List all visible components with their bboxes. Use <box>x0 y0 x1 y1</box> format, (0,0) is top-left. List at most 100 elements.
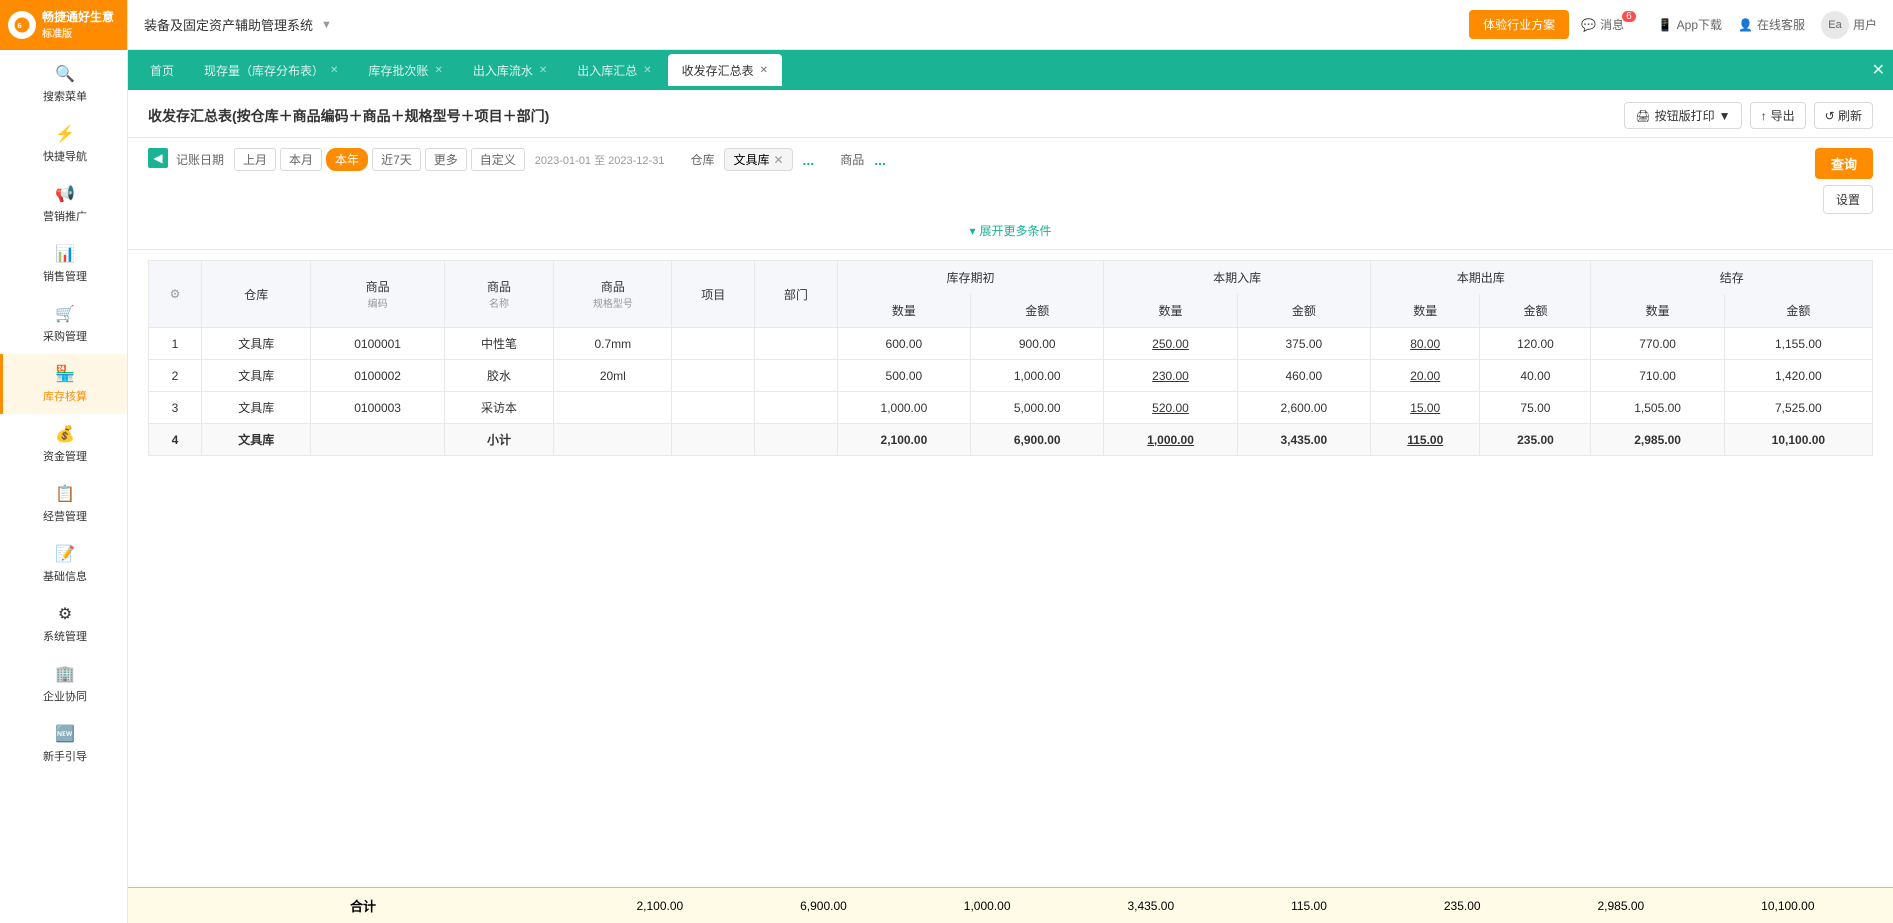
col-open-qty-header: 数量 <box>837 294 970 328</box>
warehouse-dots[interactable]: ... <box>803 152 815 168</box>
warehouse-tag-close[interactable]: ✕ <box>773 153 783 167</box>
goods-dots[interactable]: ... <box>874 152 886 168</box>
row2-in-qty-link[interactable]: 230.00 <box>1152 369 1189 383</box>
online-service-action[interactable]: 👤 在线客服 <box>1738 16 1805 33</box>
sidebar-label-system: 系统管理 <box>43 628 87 644</box>
sidebar-item-inventory[interactable]: 🏪 库存核算 <box>0 354 127 414</box>
warehouse-label: 仓库 <box>690 151 714 168</box>
print-button[interactable]: 🖨 按钮版打印 ▼ <box>1624 102 1741 129</box>
col-close-qty-header: 数量 <box>1591 294 1724 328</box>
row3-close-amt: 7,525.00 <box>1724 392 1872 424</box>
row4-open-amt: 6,900.00 <box>971 424 1104 456</box>
tab-receive-summary-close[interactable]: ✕ <box>760 65 768 76</box>
row3-out-qty[interactable]: 15.00 <box>1370 392 1479 424</box>
inventory-icon: 🏪 <box>55 364 75 384</box>
sidebar-logo: 6 畅捷通好生意 标准版 <box>0 0 127 50</box>
sidebar-label-search: 搜索菜单 <box>43 88 87 104</box>
date-last-month[interactable]: 上月 <box>234 148 276 171</box>
try-button[interactable]: 体验行业方案 <box>1469 10 1569 39</box>
sidebar: 6 畅捷通好生意 标准版 🔍 搜索菜单 ⚡ 快捷导航 📢 营销推广 📊 销售管理… <box>0 0 128 923</box>
sidebar-item-operations[interactable]: 📋 经营管理 <box>0 474 127 534</box>
date-more[interactable]: 更多 <box>425 148 467 171</box>
row4-out-qty[interactable]: 115.00 <box>1370 424 1479 456</box>
row1-out-qty[interactable]: 80.00 <box>1370 328 1479 360</box>
row4-project <box>672 424 755 456</box>
row1-out-qty-link[interactable]: 80.00 <box>1410 337 1440 351</box>
sidebar-item-quick[interactable]: ⚡ 快捷导航 <box>0 114 127 174</box>
sidebar-label-purchase: 采购管理 <box>43 328 87 344</box>
mobile-icon: 📱 <box>1658 18 1673 32</box>
tab-inout-flow-close[interactable]: ✕ <box>539 65 547 76</box>
export-button[interactable]: ↑ 导出 <box>1750 102 1806 129</box>
col-spec-text: 商品规格型号 <box>593 280 633 310</box>
col-code-header: 商品编码 <box>311 261 444 328</box>
date-this-month[interactable]: 本月 <box>280 148 322 171</box>
sidebar-item-guide[interactable]: 🆕 新手引导 <box>0 714 127 774</box>
footer-label-area: 合计 <box>148 896 578 915</box>
row3-warehouse: 文具库 <box>202 392 311 424</box>
row3-in-qty-link[interactable]: 520.00 <box>1152 401 1189 415</box>
sidebar-item-purchase[interactable]: 🛒 采购管理 <box>0 294 127 354</box>
row2-out-qty-link[interactable]: 20.00 <box>1410 369 1440 383</box>
row4-out-qty-link[interactable]: 115.00 <box>1407 433 1443 447</box>
tab-batch-close[interactable]: ✕ <box>434 65 442 76</box>
message-action[interactable]: 💬 消息 6 <box>1581 16 1642 33</box>
tab-inout-flow[interactable]: 出入库流水 ✕ <box>459 54 561 86</box>
refresh-label: 刷新 <box>1838 109 1862 123</box>
row4-close-qty: 2,985.00 <box>1591 424 1724 456</box>
tab-inventory-dist-close[interactable]: ✕ <box>330 65 338 76</box>
tab-inout-flow-label: 出入库流水 <box>473 62 533 79</box>
settings-dropdown[interactable]: ▼ <box>321 19 332 31</box>
sidebar-item-system[interactable]: ⚙ 系统管理 <box>0 594 127 654</box>
row3-out-amt: 75.00 <box>1480 392 1591 424</box>
row3-in-amt: 2,600.00 <box>1237 392 1370 424</box>
tab-batch[interactable]: 库存批次账 ✕ <box>354 54 456 86</box>
tab-inout-summary[interactable]: 出入库汇总 ✕ <box>563 54 665 86</box>
sidebar-item-finance[interactable]: 💰 资金管理 <box>0 414 127 474</box>
col-settings[interactable]: ⚙ <box>149 261 202 328</box>
print-icon: 🖨 <box>1635 109 1650 123</box>
export-label: 导出 <box>1771 107 1795 124</box>
row1-in-qty[interactable]: 250.00 <box>1104 328 1237 360</box>
row4-in-qty[interactable]: 1,000.00 <box>1104 424 1237 456</box>
row1-in-qty-link[interactable]: 250.00 <box>1152 337 1189 351</box>
date-this-year[interactable]: 本年 <box>326 148 368 171</box>
user-action[interactable]: Ea 用户 <box>1821 11 1877 39</box>
sidebar-item-search[interactable]: 🔍 搜索菜单 <box>0 54 127 114</box>
row1-name: 中性笔 <box>444 328 553 360</box>
row2-out-amt: 40.00 <box>1480 360 1591 392</box>
collapse-icon[interactable]: ◀ <box>148 148 168 168</box>
tab-inout-summary-close[interactable]: ✕ <box>643 65 651 76</box>
date-7days[interactable]: 近7天 <box>372 148 421 171</box>
footer-label: 合计 <box>350 896 376 915</box>
row2-out-qty[interactable]: 20.00 <box>1370 360 1479 392</box>
refresh-button[interactable]: ↺ 刷新 <box>1814 102 1873 129</box>
sidebar-item-basic[interactable]: 📝 基础信息 <box>0 534 127 594</box>
tab-inventory-dist[interactable]: 现存量（库存分布表） ✕ <box>190 54 352 86</box>
sidebar-item-marketing[interactable]: 📢 营销推广 <box>0 174 127 234</box>
row4-in-qty-link[interactable]: 1,000.00 <box>1147 433 1194 447</box>
col-in-header: 本期入库 <box>1104 261 1371 295</box>
expand-button[interactable]: ▾ 展开更多条件 <box>969 222 1051 239</box>
row3-out-qty-link[interactable]: 15.00 <box>1410 401 1440 415</box>
sidebar-item-sales[interactable]: 📊 销售管理 <box>0 234 127 294</box>
row3-in-qty[interactable]: 520.00 <box>1104 392 1237 424</box>
date-custom[interactable]: 自定义 <box>471 148 525 171</box>
row2-in-qty[interactable]: 230.00 <box>1104 360 1237 392</box>
footer-open-qty: 2,100.00 <box>636 899 683 913</box>
tab-receive-summary[interactable]: 收发存汇总表 ✕ <box>668 54 782 86</box>
col-dept-header: 部门 <box>755 261 838 328</box>
sidebar-label-quick: 快捷导航 <box>43 148 87 164</box>
tab-home[interactable]: 首页 <box>136 54 188 86</box>
close-all-tabs[interactable]: ✕ <box>1872 60 1885 80</box>
col-out-qty-header: 数量 <box>1370 294 1479 328</box>
row1-dept <box>755 328 838 360</box>
footer-close-qty: 2,985.00 <box>1597 899 1644 913</box>
query-button[interactable]: 查询 <box>1815 148 1873 179</box>
app-download-action[interactable]: 📱 App下载 <box>1658 16 1722 33</box>
table-settings-icon[interactable]: ⚙ <box>170 287 181 301</box>
main-area: 装备及固定资产辅助管理系统 ▼ 体验行业方案 💬 消息 6 📱 App下载 👤 … <box>128 0 1893 923</box>
set-button[interactable]: 设置 <box>1823 185 1873 214</box>
data-table: ⚙ 仓库 商品编码 商品名称 商品规格型号 项目 部门 <box>148 260 1873 456</box>
sidebar-item-enterprise[interactable]: 🏢 企业协同 <box>0 654 127 714</box>
